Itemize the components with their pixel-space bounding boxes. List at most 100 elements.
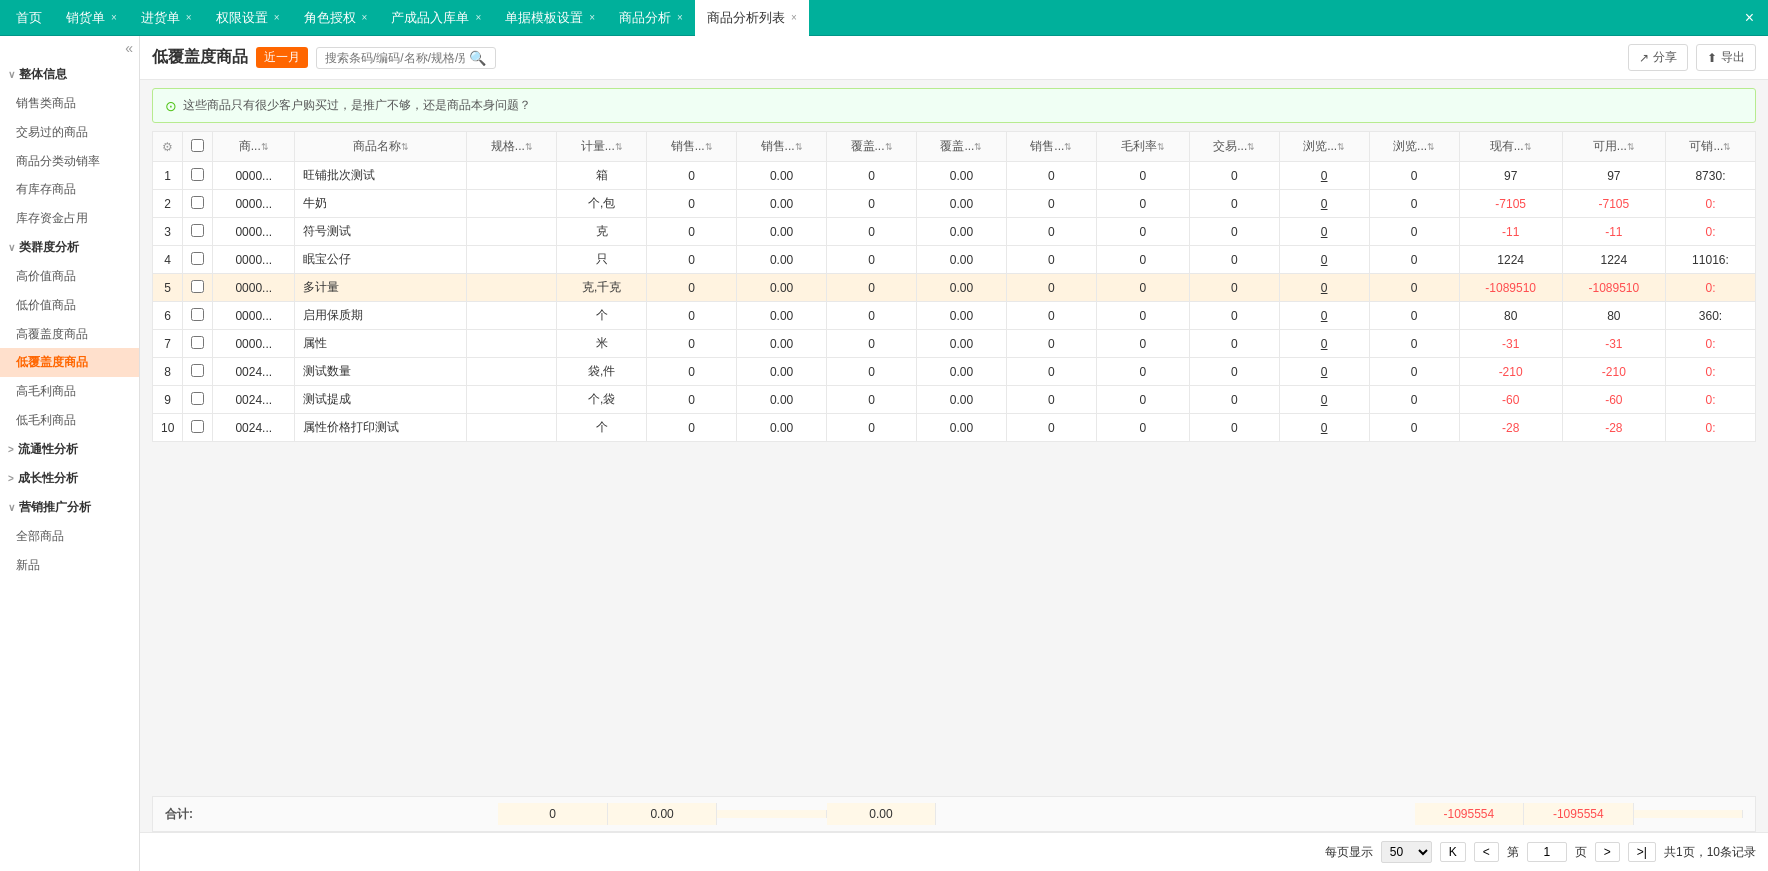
row-name[interactable]: 测试数量 — [295, 358, 467, 386]
th-cover1[interactable]: 覆盖...⇅ — [827, 132, 917, 162]
row-checkbox[interactable] — [183, 274, 213, 302]
row-name[interactable]: 牛奶 — [295, 190, 467, 218]
th-name[interactable]: 商品名称⇅ — [295, 132, 467, 162]
sidebar-item-category-rate[interactable]: 商品分类动销率 — [0, 147, 139, 176]
th-unit[interactable]: 计量...⇅ — [557, 132, 647, 162]
nav-product-analysis-list[interactable]: 商品分析列表 × — [695, 0, 809, 36]
row-browse1[interactable]: 0 — [1279, 274, 1369, 302]
sidebar-item-all-products[interactable]: 全部商品 — [0, 522, 139, 551]
row-name[interactable]: 启用保质期 — [295, 302, 467, 330]
sidebar-item-stock-funds[interactable]: 库存资金占用 — [0, 204, 139, 233]
row-sellable: 0: — [1665, 358, 1755, 386]
sidebar-section-overall[interactable]: ∨ 整体信息 — [0, 60, 139, 89]
th-sales-qty[interactable]: 销售...⇅ — [647, 132, 737, 162]
last-page-button[interactable]: >| — [1628, 842, 1656, 862]
row-checkbox[interactable] — [183, 414, 213, 442]
share-button[interactable]: ↗ 分享 — [1628, 44, 1688, 71]
nav-product-entry[interactable]: 产成品入库单 × — [379, 0, 493, 36]
row-checkbox[interactable] — [183, 162, 213, 190]
row-checkbox[interactable] — [183, 246, 213, 274]
prev-page-button[interactable]: < — [1474, 842, 1499, 862]
period-button[interactable]: 近一月 — [256, 47, 308, 68]
row-checkbox[interactable] — [183, 386, 213, 414]
nav-role-auth[interactable]: 角色授权 × — [292, 0, 380, 36]
row-checkbox[interactable] — [183, 358, 213, 386]
export-button[interactable]: ⬆ 导出 — [1696, 44, 1756, 71]
row-browse1[interactable]: 0 — [1279, 162, 1369, 190]
close-icon[interactable]: × — [186, 0, 192, 36]
sidebar-item-high-coverage[interactable]: 高覆盖度商品 — [0, 320, 139, 349]
th-browse1[interactable]: 浏览...⇅ — [1279, 132, 1369, 162]
sidebar-item-traded-products[interactable]: 交易过的商品 — [0, 118, 139, 147]
th-gross-rate[interactable]: 毛利率⇅ — [1096, 132, 1189, 162]
close-icon[interactable]: × — [111, 0, 117, 36]
next-page-button[interactable]: > — [1595, 842, 1620, 862]
close-icon[interactable]: × — [475, 0, 481, 36]
nav-template-settings[interactable]: 单据模板设置 × — [493, 0, 607, 36]
th-settings[interactable]: ⚙ — [153, 132, 183, 162]
nav-sales-order[interactable]: 销货单 × — [54, 0, 129, 36]
close-icon[interactable]: × — [274, 0, 280, 36]
th-available-stock[interactable]: 可用...⇅ — [1562, 132, 1665, 162]
row-browse1[interactable]: 0 — [1279, 414, 1369, 442]
row-checkbox[interactable] — [183, 190, 213, 218]
row-browse1[interactable]: 0 — [1279, 190, 1369, 218]
row-name[interactable]: 旺铺批次测试 — [295, 162, 467, 190]
close-icon[interactable]: × — [791, 0, 797, 36]
nav-product-analysis[interactable]: 商品分析 × — [607, 0, 695, 36]
th-sales-amt[interactable]: 销售...⇅ — [737, 132, 827, 162]
collapse-icon[interactable]: « — [125, 40, 133, 56]
sidebar-section-growth[interactable]: > 成长性分析 — [0, 464, 139, 493]
sidebar-section-cluster[interactable]: ∨ 类群度分析 — [0, 233, 139, 262]
search-icon[interactable]: 🔍 — [469, 50, 486, 66]
select-all-checkbox[interactable] — [191, 139, 204, 152]
th-current-stock[interactable]: 现有...⇅ — [1459, 132, 1562, 162]
sidebar-collapse[interactable]: « — [0, 36, 139, 60]
th-checkbox[interactable] — [183, 132, 213, 162]
nav-permissions[interactable]: 权限设置 × — [204, 0, 292, 36]
row-checkbox[interactable] — [183, 330, 213, 358]
row-name[interactable]: 符号测试 — [295, 218, 467, 246]
sidebar-item-new-products[interactable]: 新品 — [0, 551, 139, 580]
sidebar-section-marketing[interactable]: ∨ 营销推广分析 — [0, 493, 139, 522]
th-code[interactable]: 商...⇅ — [213, 132, 295, 162]
row-browse1[interactable]: 0 — [1279, 386, 1369, 414]
nav-purchase-order[interactable]: 进货单 × — [129, 0, 204, 36]
sidebar-item-low-coverage[interactable]: 低覆盖度商品 — [0, 348, 139, 377]
row-browse1[interactable]: 0 — [1279, 358, 1369, 386]
sidebar-item-low-margin[interactable]: 低毛利商品 — [0, 406, 139, 435]
row-browse1[interactable]: 0 — [1279, 218, 1369, 246]
row-name[interactable]: 属性 — [295, 330, 467, 358]
row-name[interactable]: 属性价格打印测试 — [295, 414, 467, 442]
sidebar-item-in-stock[interactable]: 有库存商品 — [0, 175, 139, 204]
first-page-button[interactable]: K — [1440, 842, 1466, 862]
th-spec[interactable]: 规格...⇅ — [467, 132, 557, 162]
sidebar-item-sales-products[interactable]: 销售类商品 — [0, 89, 139, 118]
nav-home[interactable]: 首页 — [4, 0, 54, 36]
row-name[interactable]: 眠宝公仔 — [295, 246, 467, 274]
row-name[interactable]: 测试提成 — [295, 386, 467, 414]
row-browse1[interactable]: 0 — [1279, 302, 1369, 330]
row-checkbox[interactable] — [183, 302, 213, 330]
close-icon[interactable]: × — [677, 0, 683, 36]
th-trade[interactable]: 交易...⇅ — [1189, 132, 1279, 162]
row-browse1[interactable]: 0 — [1279, 246, 1369, 274]
page-input[interactable] — [1527, 842, 1567, 862]
row-name[interactable]: 多计量 — [295, 274, 467, 302]
close-icon[interactable]: × — [362, 0, 368, 36]
row-checkbox[interactable] — [183, 218, 213, 246]
close-icon[interactable]: × — [589, 0, 595, 36]
sidebar-section-liquidity[interactable]: > 流通性分析 — [0, 435, 139, 464]
th-cover2[interactable]: 覆盖...⇅ — [916, 132, 1006, 162]
th-sales3[interactable]: 销售...⇅ — [1006, 132, 1096, 162]
per-page-select[interactable]: 50 20 100 — [1381, 841, 1432, 863]
sidebar-item-high-margin[interactable]: 高毛利商品 — [0, 377, 139, 406]
global-close-button[interactable]: × — [1735, 9, 1764, 27]
search-input[interactable] — [325, 51, 465, 65]
th-browse2[interactable]: 浏览...⇅ — [1369, 132, 1459, 162]
table-container[interactable]: ⚙ 商...⇅ 商品名称⇅ 规格...⇅ 计量...⇅ 销售...⇅ 销售...… — [152, 131, 1756, 796]
row-browse1[interactable]: 0 — [1279, 330, 1369, 358]
sidebar-item-low-value[interactable]: 低价值商品 — [0, 291, 139, 320]
sidebar-item-high-value[interactable]: 高价值商品 — [0, 262, 139, 291]
th-sellable[interactable]: 可销...⇅ — [1665, 132, 1755, 162]
